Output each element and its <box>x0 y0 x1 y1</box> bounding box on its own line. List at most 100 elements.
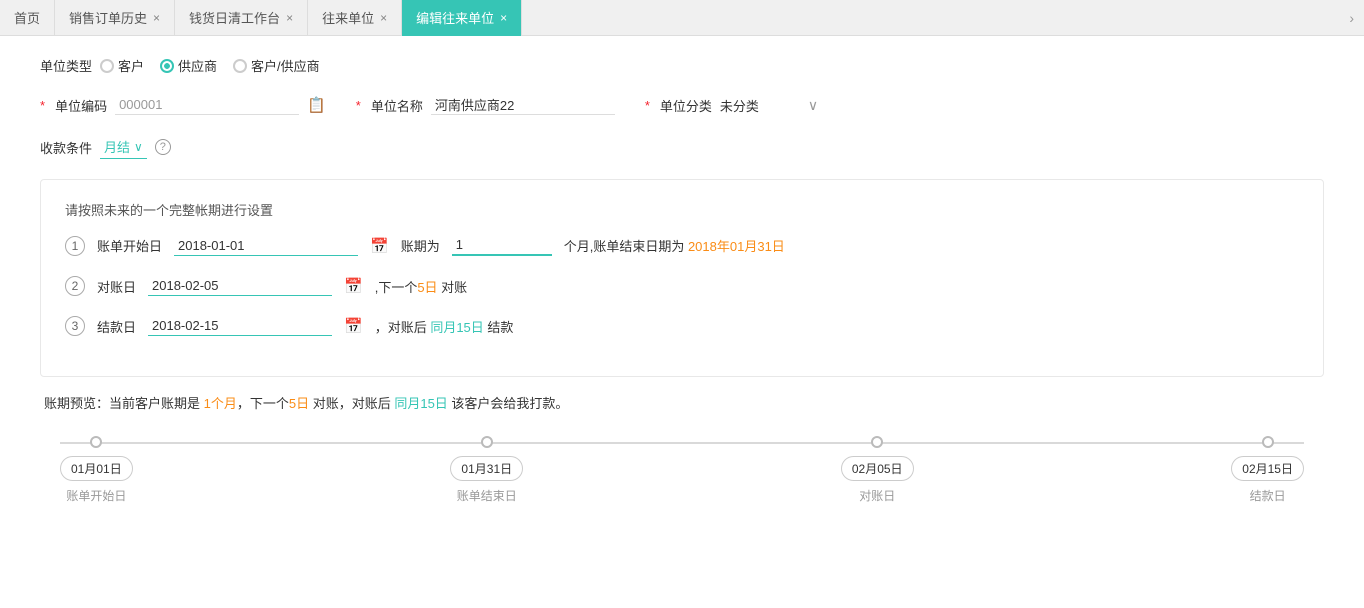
timeline-label-1: 账单开始日 <box>66 487 126 504</box>
timeline-pill-3: 02月05日 <box>841 456 914 481</box>
timeline-label-3: 对账日 <box>859 487 895 504</box>
timeline-point-4: 02月15日 结款日 <box>1231 436 1304 504</box>
payment-label: 收款条件 <box>40 138 92 157</box>
period-row-3-calendar-icon[interactable]: 📅 <box>344 317 363 335</box>
timeline-dot-2 <box>481 436 493 448</box>
radio-supplier[interactable]: 供应商 <box>160 56 217 75</box>
period-row-2: 2 对账日 📅 ,下一个5日 对账 <box>65 276 1299 296</box>
period-row-3-day: 同月15日 <box>430 320 483 335</box>
code-field: * 单位编码 📋 <box>40 95 326 115</box>
timeline-point-2: 01月31日 账单结束日 <box>450 436 523 504</box>
tab-home[interactable]: 首页 <box>0 0 55 36</box>
radio-customer-label: 客户 <box>118 56 144 75</box>
tab-scroll-arrow[interactable]: › <box>1339 0 1364 36</box>
category-dropdown-icon: ∨ <box>808 97 818 114</box>
radio-customer[interactable]: 客户 <box>100 56 144 75</box>
timeline-point-3: 02月05日 对账日 <box>841 436 914 504</box>
name-input[interactable] <box>431 95 615 115</box>
category-value: 未分类 <box>720 96 800 115</box>
tab-home-label: 首页 <box>14 8 40 27</box>
tab-partners-label: 往来单位 <box>322 8 374 27</box>
period-row-3-date[interactable] <box>148 316 332 336</box>
payment-row: 收款条件 月结 ∨ ? <box>40 135 1324 159</box>
code-label: 单位编码 <box>55 96 107 115</box>
close-partners-icon[interactable]: × <box>380 11 387 25</box>
name-required: * <box>356 98 361 113</box>
period-row-1-calendar-icon[interactable]: 📅 <box>370 237 389 255</box>
period-row-3-desc: ，对账后 同月15日 结款 <box>375 317 514 336</box>
timeline-wrapper: 01月01日 账单开始日 01月31日 账单结束日 02月05日 对账日 <box>40 432 1324 504</box>
period-row-2-label: 对账日 <box>97 277 136 296</box>
close-sales-history-icon[interactable]: × <box>153 11 160 25</box>
timeline-pill-1: 01月01日 <box>60 456 133 481</box>
preview-middle1: ，下一个 <box>237 396 289 411</box>
period-row-2-number: 2 <box>65 276 85 296</box>
period-row-1-number: 1 <box>65 236 85 256</box>
radio-supplier-circle <box>160 59 174 73</box>
period-row-1-label: 账单开始日 <box>97 236 162 255</box>
period-row-2-calendar-icon[interactable]: 📅 <box>344 277 363 295</box>
period-row-1: 1 账单开始日 📅 账期为 个月,账单结束日期为 2018年01月31日 <box>65 235 1299 256</box>
close-cash-work-icon[interactable]: × <box>286 11 293 25</box>
timeline-items: 01月01日 账单开始日 01月31日 账单结束日 02月05日 对账日 <box>60 436 1304 504</box>
period-row-3-label: 结款日 <box>97 317 136 336</box>
radio-both[interactable]: 客户/供应商 <box>233 56 320 75</box>
radio-group: 客户 供应商 客户/供应商 <box>100 56 320 75</box>
timeline-pill-2: 01月31日 <box>450 456 523 481</box>
tab-sales-history-label: 销售订单历史 <box>69 8 147 27</box>
period-row-2-day: 5日 <box>417 280 437 295</box>
preview-day2: 同月15日 <box>394 396 447 411</box>
radio-customer-circle <box>100 59 114 73</box>
radio-both-label: 客户/供应商 <box>251 56 320 75</box>
unit-type-label: 单位类型 <box>40 56 92 75</box>
radio-both-circle <box>233 59 247 73</box>
code-name-category-row: * 单位编码 📋 * 单位名称 * 单位分类 未分类 ∨ <box>40 95 1324 115</box>
period-row-3-number: 3 <box>65 316 85 336</box>
period-row-1-date[interactable] <box>174 236 358 256</box>
payment-help-icon[interactable]: ? <box>155 139 171 155</box>
code-input[interactable] <box>115 95 299 115</box>
tab-bar: 首页 销售订单历史 × 钱货日清工作台 × 往来单位 × 编辑往来单位 × › <box>0 0 1364 36</box>
preview-months: 1个月 <box>204 396 237 411</box>
category-label: 单位分类 <box>660 96 712 115</box>
name-label: 单位名称 <box>371 96 423 115</box>
close-edit-partner-icon[interactable]: × <box>500 11 507 25</box>
code-calendar-icon[interactable]: 📋 <box>307 96 326 114</box>
preview-day1: 5日 <box>289 396 309 411</box>
period-title: 请按照未来的一个完整帐期进行设置 <box>65 200 1299 219</box>
period-row-3: 3 结款日 📅 ，对账后 同月15日 结款 <box>65 316 1299 336</box>
period-row-1-end-date: 2018年01月31日 <box>688 239 785 254</box>
tab-cash-work[interactable]: 钱货日清工作台 × <box>175 0 308 36</box>
preview-text: 账期预览：当前客户账期是 1个月，下一个5日 对账，对账后 同月15日 该客户会… <box>40 393 1324 412</box>
preview-suffix: 该客户会给我打款。 <box>448 396 569 411</box>
timeline-dot-4 <box>1262 436 1274 448</box>
period-months-input[interactable] <box>452 235 552 256</box>
timeline-pill-4: 02月15日 <box>1231 456 1304 481</box>
unit-type-row: 单位类型 客户 供应商 客户/供应商 <box>40 56 1324 75</box>
code-required: * <box>40 98 45 113</box>
payment-select[interactable]: 月结 ∨ <box>100 135 147 159</box>
preview-middle2: 对账，对账后 <box>309 396 394 411</box>
category-required: * <box>645 98 650 113</box>
timeline-label-4: 结款日 <box>1250 487 1286 504</box>
timeline-dot-1 <box>90 436 102 448</box>
name-field: * 单位名称 <box>356 95 615 115</box>
preview-prefix: 账期预览：当前客户账期是 <box>44 396 204 411</box>
period-box: 请按照未来的一个完整帐期进行设置 1 账单开始日 📅 账期为 个月,账单结束日期… <box>40 179 1324 377</box>
payment-select-value: 月结 <box>104 137 130 156</box>
category-dropdown[interactable]: 未分类 ∨ <box>720 96 818 115</box>
tab-sales-history[interactable]: 销售订单历史 × <box>55 0 175 36</box>
tab-partners[interactable]: 往来单位 × <box>308 0 402 36</box>
radio-supplier-label: 供应商 <box>178 56 217 75</box>
main-content: 单位类型 客户 供应商 客户/供应商 * 单位编码 <box>0 36 1364 608</box>
timeline-label-2: 账单结束日 <box>457 487 517 504</box>
tab-cash-work-label: 钱货日清工作台 <box>189 8 280 27</box>
tab-edit-partner[interactable]: 编辑往来单位 × <box>402 0 522 36</box>
period-row-2-desc: ,下一个5日 对账 <box>375 277 467 296</box>
period-row-1-suffix: 个月,账单结束日期为 2018年01月31日 <box>564 236 785 255</box>
period-row-1-middle: 账期为 <box>401 236 440 255</box>
period-row-2-date[interactable] <box>148 276 332 296</box>
unit-type-field: 单位类型 客户 供应商 客户/供应商 <box>40 56 320 75</box>
payment-dropdown-icon: ∨ <box>134 140 143 154</box>
timeline-point-1: 01月01日 账单开始日 <box>60 436 133 504</box>
